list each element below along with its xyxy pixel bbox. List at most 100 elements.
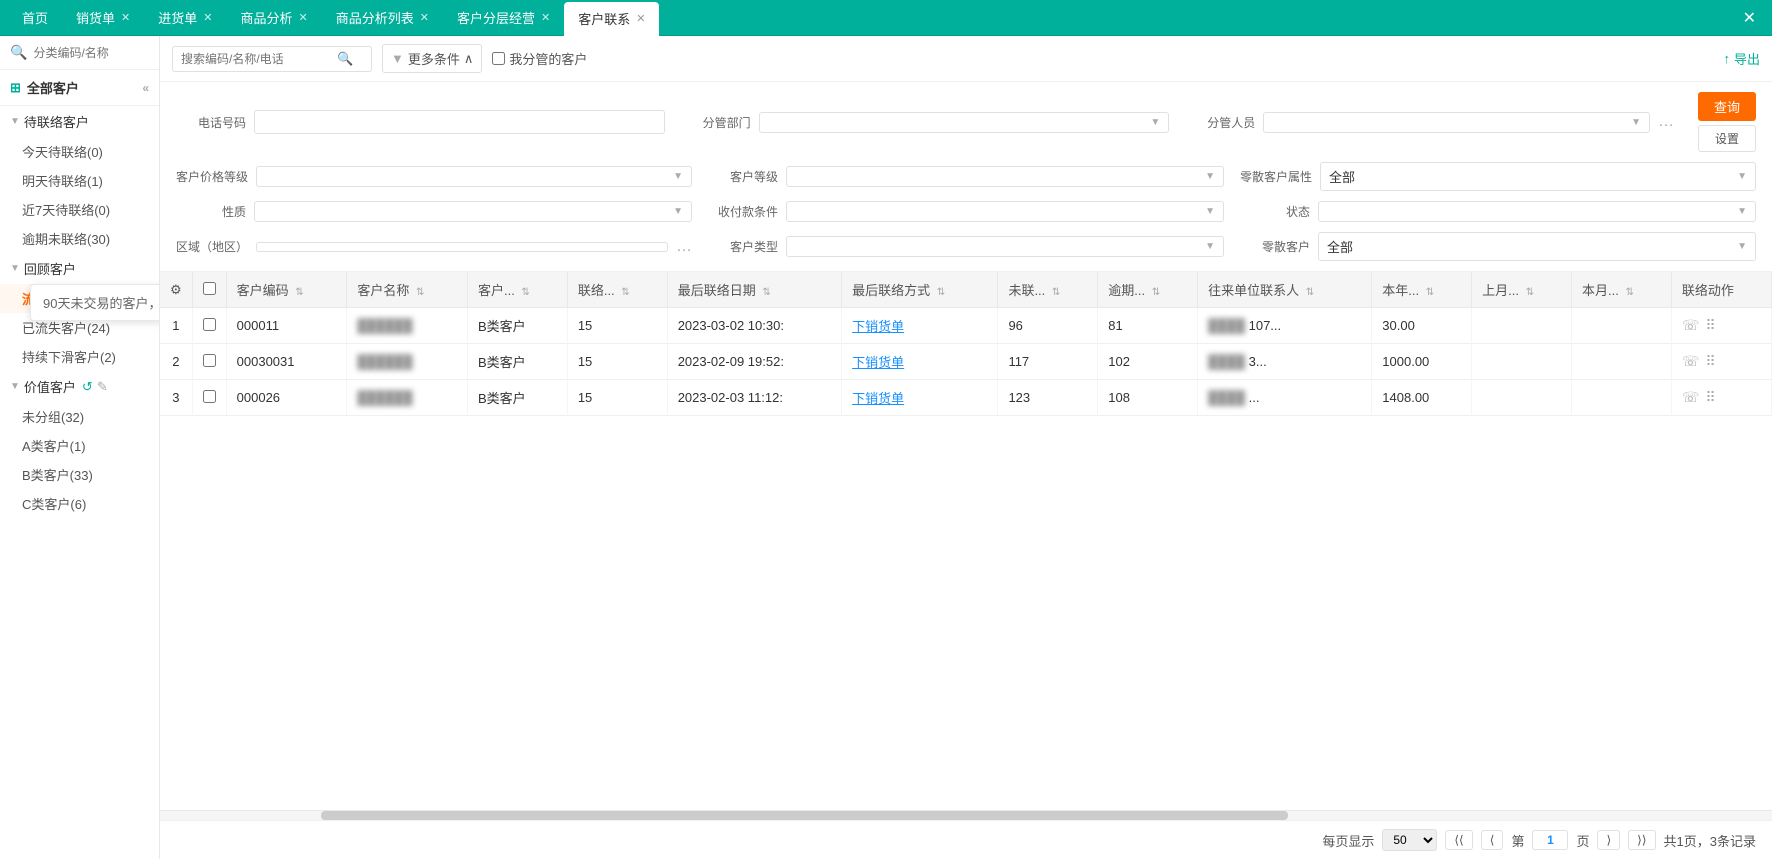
method-sort-icon[interactable]: ⇅ <box>937 287 945 298</box>
search-input[interactable] <box>181 52 331 66</box>
my-customer-check[interactable]: 我分管的客户 <box>492 49 587 68</box>
row-last-method[interactable]: 下销货单 <box>842 380 998 416</box>
last-month-sort-icon[interactable]: ⇅ <box>1526 287 1534 298</box>
price-level-select[interactable]: ▼ <box>256 166 692 187</box>
gender-select[interactable]: ▼ <box>254 201 692 222</box>
dept-select[interactable]: ▼ <box>759 112 1170 133</box>
tab-sales-close[interactable]: ✕ <box>121 11 130 24</box>
row-checkbox[interactable] <box>203 390 216 403</box>
last-method-link[interactable]: 下销货单 <box>852 319 904 334</box>
last-page-btn[interactable]: ⟩⟩ <box>1628 830 1655 850</box>
sidebar-search-input[interactable] <box>33 46 160 60</box>
export-btn[interactable]: ↑ 导出 <box>1723 49 1760 68</box>
sidebar-group-pending[interactable]: ▼ 待联络客户 <box>0 106 159 137</box>
payment-select[interactable]: ▼ <box>786 201 1224 222</box>
last-method-link[interactable]: 下销货单 <box>852 391 904 406</box>
sidebar-item-class-b[interactable]: B类客户(33) <box>0 460 159 489</box>
tab-analysis-close[interactable]: ✕ <box>299 11 308 24</box>
sidebar-item-tomorrow[interactable]: 明天待联络(1) <box>0 166 159 195</box>
more-action-icon[interactable]: ⠿ <box>1705 389 1715 406</box>
sidebar-item-ungrouped[interactable]: 未分组(32) <box>0 402 159 431</box>
prev-page-btn[interactable]: ⟨ <box>1481 830 1504 850</box>
row-checkbox[interactable] <box>203 354 216 367</box>
tab-home-label: 首页 <box>22 8 48 27</box>
select-all-checkbox[interactable] <box>203 282 216 295</box>
retail-attr-select[interactable]: 全部 ▼ <box>1320 162 1756 191</box>
more-action-icon[interactable]: ⠿ <box>1705 353 1715 370</box>
more-action-icon[interactable]: ⠿ <box>1705 317 1715 334</box>
page-input[interactable] <box>1532 830 1568 850</box>
more-filter-btn[interactable]: ▼ 更多条件 ∧ <box>382 44 482 73</box>
retail-customer-select[interactable]: 全部 ▼ <box>1318 232 1756 261</box>
sidebar-item-declining[interactable]: 持续下滑客户(2) <box>0 342 159 371</box>
next-page-btn[interactable]: ⟩ <box>1597 830 1620 850</box>
first-page-btn[interactable]: ⟨⟨ <box>1445 830 1472 850</box>
my-customer-checkbox[interactable] <box>492 52 505 65</box>
sidebar-group-review[interactable]: ▼ 回顾客户 <box>0 253 159 284</box>
tab-customer-contact[interactable]: 客户联系 ✕ <box>564 2 659 36</box>
sidebar-collapse-btn[interactable]: « <box>142 81 149 95</box>
date-sort-icon[interactable]: ⇅ <box>762 287 770 298</box>
sidebar-item-class-c[interactable]: C类客户(6) <box>0 489 159 518</box>
person-more-btn[interactable]: … <box>1658 113 1674 131</box>
overdue-sort-icon[interactable]: ⇅ <box>1152 287 1160 298</box>
region-select[interactable] <box>256 242 668 252</box>
tab-customer-tier-close[interactable]: ✕ <box>541 11 550 24</box>
this-year-sort-icon[interactable]: ⇅ <box>1426 287 1434 298</box>
this-month-sort-icon[interactable]: ⇅ <box>1625 287 1633 298</box>
settings-col-header[interactable]: ⚙ <box>160 272 192 308</box>
refresh-icon[interactable]: ↺ <box>82 379 93 395</box>
type-sort-icon[interactable]: ⇅ <box>521 287 529 298</box>
call-icon[interactable]: ☏ <box>1682 317 1700 334</box>
sidebar-item-today[interactable]: 今天待联络(0) <box>0 137 159 166</box>
row-checkbox-cell[interactable] <box>192 380 226 416</box>
checkbox-col-header[interactable] <box>192 272 226 308</box>
row-actions: ☏ ⠿ <box>1671 308 1771 344</box>
tab-purchase[interactable]: 进货单 ✕ <box>144 0 226 36</box>
person-select[interactable]: ▼ <box>1263 112 1650 133</box>
tab-purchase-close[interactable]: ✕ <box>203 11 212 24</box>
bottom-scrollbar[interactable] <box>160 810 1772 820</box>
row-checkbox[interactable] <box>203 318 216 331</box>
sidebar-root[interactable]: ⊞ 全部客户 « <box>0 70 159 106</box>
sidebar-group-value[interactable]: ▼ 价值客户 ↺ ✎ <box>0 371 159 402</box>
query-btn[interactable]: 查询 <box>1698 92 1756 121</box>
code-sort-icon[interactable]: ⇅ <box>295 287 303 298</box>
sidebar-item-7days[interactable]: 近7天待联络(0) <box>0 195 159 224</box>
tab-purchase-label: 进货单 <box>158 8 197 27</box>
tab-sales[interactable]: 销货单 ✕ <box>62 0 144 36</box>
tab-analysis-list-close[interactable]: ✕ <box>420 11 429 24</box>
name-sort-icon[interactable]: ⇅ <box>416 287 424 298</box>
call-icon[interactable]: ☏ <box>1682 353 1700 370</box>
call-icon[interactable]: ☏ <box>1682 389 1700 406</box>
tab-customer-tier[interactable]: 客户分层经营 ✕ <box>443 0 564 36</box>
phone-input[interactable] <box>254 110 665 134</box>
row-last-method[interactable]: 下销货单 <box>842 344 998 380</box>
search-icon[interactable]: 🔍 <box>337 51 353 67</box>
tab-home[interactable]: 首页 <box>8 0 62 36</box>
customer-type-select[interactable]: ▼ <box>786 236 1224 257</box>
no-contact-sort-icon[interactable]: ⇅ <box>1052 287 1060 298</box>
person-sort-icon[interactable]: ⇅ <box>1306 287 1314 298</box>
customer-level-select[interactable]: ▼ <box>786 166 1224 187</box>
settings-btn[interactable]: 设置 <box>1698 125 1756 152</box>
row-code: 00030031 <box>226 344 347 380</box>
last-method-link[interactable]: 下销货单 <box>852 355 904 370</box>
region-more-btn[interactable]: … <box>676 238 692 256</box>
sidebar-item-overdue[interactable]: 逾期未联络(30) <box>0 224 159 253</box>
row-checkbox-cell[interactable] <box>192 344 226 380</box>
edit-icon[interactable]: ✎ <box>97 379 108 395</box>
row-last-method[interactable]: 下销货单 <box>842 308 998 344</box>
tab-customer-contact-close[interactable]: ✕ <box>636 12 645 25</box>
tab-analysis-list[interactable]: 商品分析列表 ✕ <box>322 0 443 36</box>
customer-level-label: 客户等级 <box>708 168 778 185</box>
status-select[interactable]: ▼ <box>1318 201 1756 222</box>
tab-analysis[interactable]: 商品分析 ✕ <box>226 0 321 36</box>
filter-dept: 分管部门 ▼ <box>681 112 1170 133</box>
tab-sales-label: 销货单 <box>76 8 115 27</box>
page-size-select[interactable]: 50 100 200 <box>1382 829 1437 851</box>
sidebar-item-class-a[interactable]: A类客户(1) <box>0 431 159 460</box>
window-close-btn[interactable]: ✕ <box>1735 8 1764 28</box>
contact-sort-icon[interactable]: ⇅ <box>621 287 629 298</box>
row-checkbox-cell[interactable] <box>192 308 226 344</box>
